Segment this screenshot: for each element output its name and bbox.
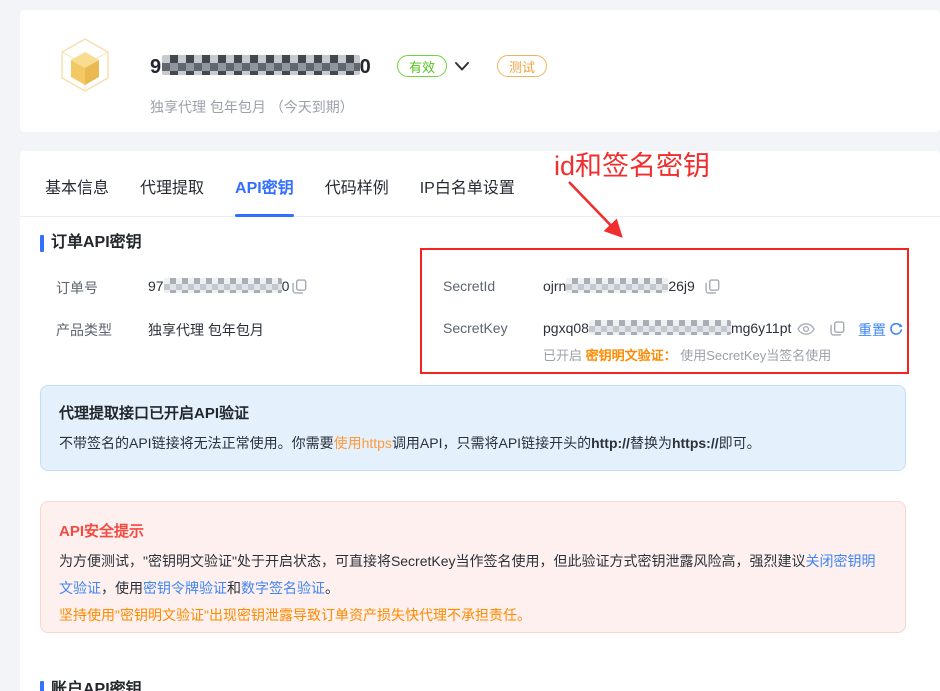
api-security-warning-box: API安全提示 为方便测试，"密钥明文验证"处于开启状态，可直接将SecretK…	[40, 501, 906, 633]
http-scheme-text: http://	[591, 435, 630, 451]
order-number: 90	[150, 55, 371, 79]
tab-bar: 基本信息 代理提取 API密钥 代码样例 IP白名单设置	[20, 151, 940, 217]
api-key-page: 90 有效 测试 独享代理 包年包月 （今天到期） 基本信息 代理提取 API密…	[0, 0, 940, 691]
chevron-down-icon[interactable]	[454, 61, 470, 72]
info-text-2: 调用API，只需将API链接开头的	[392, 435, 591, 451]
security-box-body: 为方便测试，"密钥明文验证"处于开启状态，可直接将SecretKey当作签名使用…	[59, 548, 881, 629]
security-text-4: 。	[325, 580, 339, 596]
section-accent-bar	[40, 235, 44, 252]
api-verify-info-box: 代理提取接口已开启API验证 不带签名的API链接将无法正常使用。你需要使用ht…	[40, 385, 906, 471]
info-text-1: 不带签名的API链接将无法正常使用。你需要	[59, 435, 334, 451]
order-subtitle: 独享代理 包年包月 （今天到期）	[150, 97, 354, 117]
order-header-card: 90 有效 测试 独享代理 包年包月 （今天到期）	[20, 10, 940, 132]
order-number-suffix: 0	[360, 56, 372, 78]
product-type-value: 独享代理 包年包月	[148, 320, 264, 340]
https-scheme-text: https://	[672, 435, 719, 451]
pixelated-order-number	[162, 55, 360, 75]
annotation-highlight-rect	[420, 248, 909, 374]
security-text-2: ，使用	[101, 580, 143, 596]
tab-code-samples[interactable]: 代码样例	[325, 151, 389, 216]
signature-verify-link[interactable]: 数字签名验证	[241, 580, 325, 596]
account-key-section-title: 账户API密钥	[51, 675, 142, 691]
liability-warning-text: 坚持使用"密钥明文验证"出现密钥泄露导致订单资产损失快代理不承担责任。	[59, 602, 881, 629]
tab-proxy-extract[interactable]: 代理提取	[140, 151, 204, 216]
status-badge: 有效	[397, 55, 447, 77]
pixelated-order-no	[164, 278, 282, 293]
order-no-value: 97 0	[148, 278, 289, 294]
security-box-title: API安全提示	[59, 520, 144, 541]
order-no-suffix: 0	[282, 278, 290, 294]
order-number-prefix: 9	[150, 56, 162, 78]
test-badge: 测试	[497, 55, 547, 77]
order-no-label: 订单号	[56, 278, 98, 298]
security-text-1: 为方便测试，"密钥明文验证"处于开启状态，可直接将SecretKey当作签名使用…	[59, 553, 806, 569]
info-box-body: 不带签名的API链接将无法正常使用。你需要使用https调用API，只需将API…	[59, 430, 883, 457]
info-text-3: 替换为	[630, 435, 672, 451]
tab-basic-info[interactable]: 基本信息	[45, 151, 109, 216]
info-text-4: 即可。	[719, 435, 761, 451]
use-https-link[interactable]: 使用https	[334, 435, 392, 451]
api-key-card: 基本信息 代理提取 API密钥 代码样例 IP白名单设置 订单API密钥 订单号…	[20, 151, 940, 691]
order-no-prefix: 97	[148, 278, 164, 294]
order-key-section-title: 订单API密钥	[51, 228, 142, 252]
annotation-arrow	[545, 172, 655, 252]
section-accent-bar	[40, 681, 44, 691]
security-text-3: 和	[227, 580, 241, 596]
tab-ip-whitelist[interactable]: IP白名单设置	[420, 151, 515, 216]
copy-order-no-icon[interactable]	[292, 279, 307, 294]
tab-api-key[interactable]: API密钥	[235, 151, 294, 216]
info-box-title: 代理提取接口已开启API验证	[59, 402, 249, 423]
product-type-label: 产品类型	[56, 320, 112, 340]
token-verify-link[interactable]: 密钥令牌验证	[143, 580, 227, 596]
cube-icon	[56, 36, 114, 94]
